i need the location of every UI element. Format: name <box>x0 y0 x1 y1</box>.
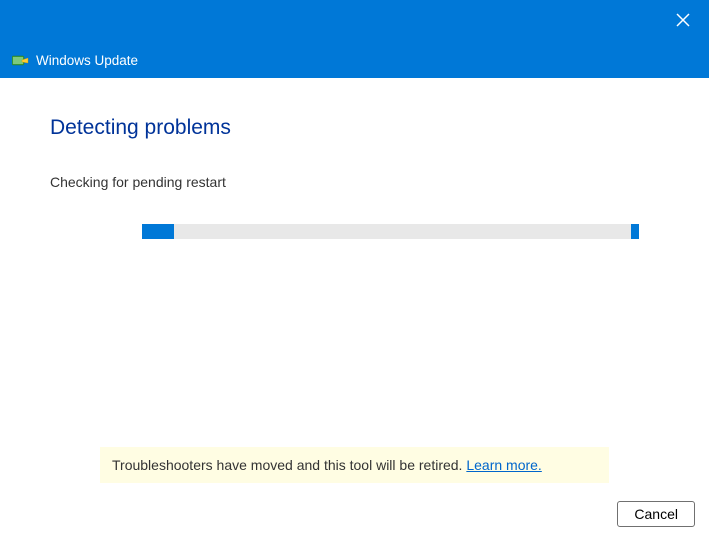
learn-more-link[interactable]: Learn more. <box>466 457 541 473</box>
progress-indicator-left <box>142 224 174 239</box>
close-button[interactable] <box>671 8 695 32</box>
progress-bar <box>142 224 639 239</box>
page-heading: Detecting problems <box>50 116 659 140</box>
notice-bar: Troubleshooters have moved and this tool… <box>100 447 609 483</box>
notice-text: Troubleshooters have moved and this tool… <box>112 457 466 473</box>
cancel-button[interactable]: Cancel <box>617 501 695 527</box>
progress-indicator-right <box>631 224 639 239</box>
status-text: Checking for pending restart <box>50 174 659 190</box>
title-bar: Windows Update <box>0 0 709 78</box>
windows-update-icon <box>12 54 30 68</box>
window-title: Windows Update <box>36 53 138 68</box>
footer: Cancel <box>0 501 709 545</box>
spacer <box>50 239 659 447</box>
close-icon <box>676 13 690 27</box>
content-area: Detecting problems Checking for pending … <box>0 78 709 501</box>
header-title-wrap: Windows Update <box>12 53 138 68</box>
